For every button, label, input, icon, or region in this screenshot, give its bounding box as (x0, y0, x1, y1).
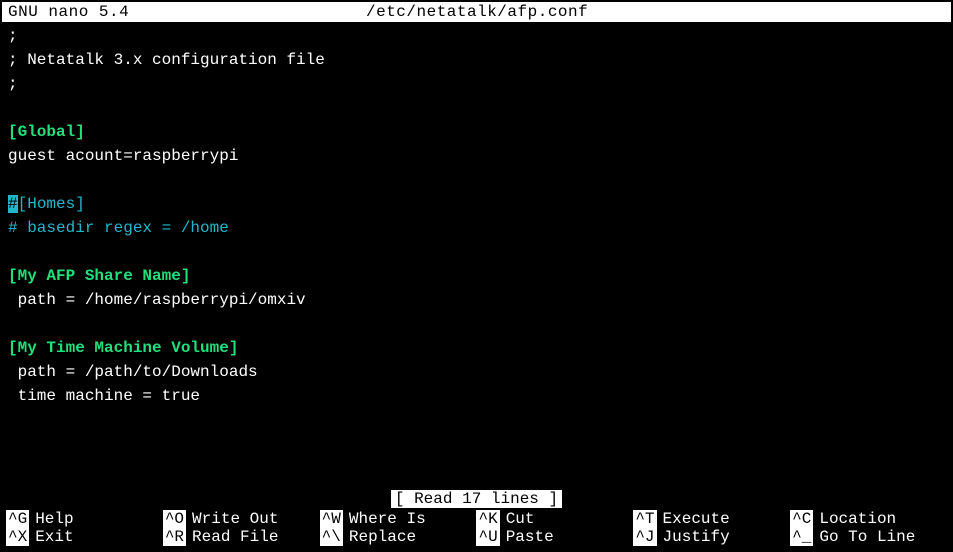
editor-line: time machine = true (8, 384, 945, 408)
editor-area[interactable]: ; ; Netatalk 3.x configuration file; [Glo… (2, 22, 951, 490)
shortcut-key: ^J (633, 528, 656, 546)
editor-line: ; (8, 72, 945, 96)
shortcut-key: ^R (163, 528, 186, 546)
file-path: /etc/netatalk/afp.conf (129, 3, 825, 21)
editor-line (8, 312, 945, 336)
text-segment: time machine = true (8, 387, 200, 405)
text-segment: # (8, 195, 18, 213)
shortcut-item[interactable]: ^T Execute (633, 510, 790, 528)
shortcut-label: Read File (192, 528, 278, 546)
shortcut-key: ^K (476, 510, 499, 528)
status-text: [ Read 17 lines ] (391, 490, 562, 508)
editor-line: [Global] (8, 120, 945, 144)
shortcut-key: ^U (476, 528, 499, 546)
shortcut-item[interactable]: ^C Location (790, 510, 947, 528)
editor-line (8, 96, 945, 120)
shortcut-item[interactable]: ^G Help (6, 510, 163, 528)
editor-line: # basedir regex = /home (8, 216, 945, 240)
shortcut-item[interactable]: ^K Cut (476, 510, 633, 528)
shortcut-key: ^C (790, 510, 813, 528)
shortcut-item[interactable]: ^J Justify (633, 528, 790, 546)
shortcut-key: ^O (163, 510, 186, 528)
title-bar: GNU nano 5.4 /etc/netatalk/afp.conf (2, 2, 951, 22)
shortcut-label: Justify (663, 528, 730, 546)
shortcut-label: Replace (349, 528, 416, 546)
status-bar: [ Read 17 lines ] (2, 490, 951, 510)
editor-line (8, 168, 945, 192)
editor-line: [My AFP Share Name] (8, 264, 945, 288)
shortcut-row-1: ^G Help ^O Write Out ^W Where Is ^K Cut ^T Execut… (6, 510, 947, 528)
text-segment: [Homes] (18, 195, 85, 213)
editor-line: path = /path/to/Downloads (8, 360, 945, 384)
shortcut-item[interactable]: ^W Where Is (320, 510, 477, 528)
text-segment: # basedir regex = /home (8, 219, 229, 237)
editor-line: #[Homes] (8, 192, 945, 216)
editor-line: ; Netatalk 3.x configuration file (8, 48, 945, 72)
shortcut-label: Paste (506, 528, 554, 546)
editor-line: guest acount=raspberrypi (8, 144, 945, 168)
shortcut-label: Execute (663, 510, 730, 528)
shortcut-label: Help (35, 510, 73, 528)
shortcut-item[interactable]: ^U Paste (476, 528, 633, 546)
shortcut-label: Where Is (349, 510, 426, 528)
shortcut-bar: ^G Help ^O Write Out ^W Where Is ^K Cut ^T Execut… (2, 510, 951, 550)
shortcut-label: Go To Line (819, 528, 915, 546)
editor-line: path = /home/raspberrypi/omxiv (8, 288, 945, 312)
shortcut-key: ^T (633, 510, 656, 528)
shortcut-key: ^\ (320, 528, 343, 546)
shortcut-key: ^X (6, 528, 29, 546)
text-segment: path = /path/to/Downloads (8, 363, 258, 381)
text-segment: [My AFP Share Name] (8, 267, 190, 285)
shortcut-key: ^G (6, 510, 29, 528)
shortcut-row-2: ^X Exit ^R Read File ^\ Replace ^U Paste ^J Justi… (6, 528, 947, 546)
editor-line (8, 240, 945, 264)
shortcut-item[interactable]: ^R Read File (163, 528, 320, 546)
text-segment: path = /home/raspberrypi/omxiv (8, 291, 306, 309)
shortcut-item[interactable]: ^_ Go To Line (790, 528, 947, 546)
editor-line: ; (8, 24, 945, 48)
shortcut-label: Write Out (192, 510, 278, 528)
shortcut-key: ^W (320, 510, 343, 528)
title-spacer (825, 3, 945, 21)
shortcut-label: Exit (35, 528, 73, 546)
shortcut-item[interactable]: ^O Write Out (163, 510, 320, 528)
shortcut-item[interactable]: ^X Exit (6, 528, 163, 546)
app-name: GNU nano 5.4 (8, 3, 129, 21)
text-segment: ; (8, 27, 18, 45)
text-segment: [My Time Machine Volume] (8, 339, 238, 357)
shortcut-key: ^_ (790, 528, 813, 546)
shortcut-item[interactable]: ^\ Replace (320, 528, 477, 546)
text-segment: ; (8, 75, 18, 93)
editor-line: [My Time Machine Volume] (8, 336, 945, 360)
text-segment: ; Netatalk 3.x configuration file (8, 51, 325, 69)
text-segment: guest acount=raspberrypi (8, 147, 238, 165)
shortcut-label: Cut (506, 510, 535, 528)
shortcut-label: Location (819, 510, 896, 528)
text-segment: [Global] (8, 123, 85, 141)
